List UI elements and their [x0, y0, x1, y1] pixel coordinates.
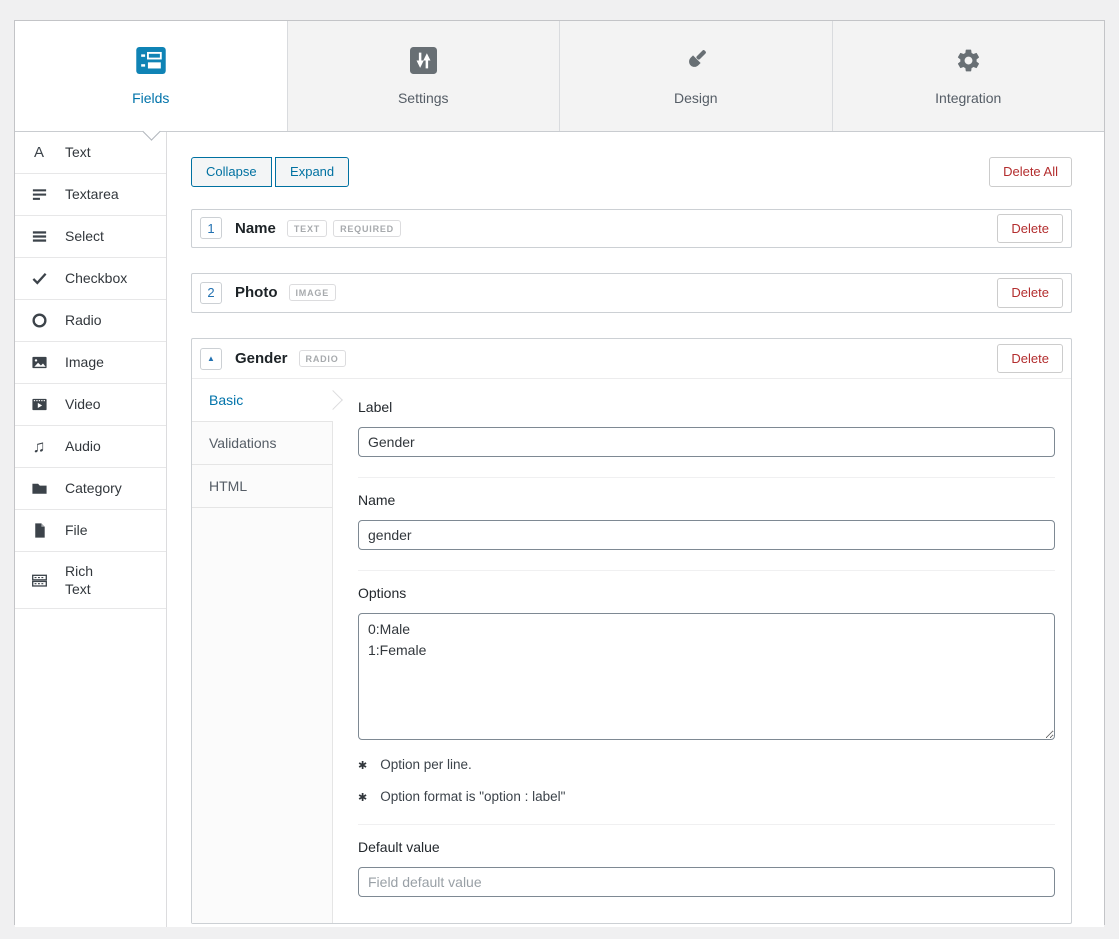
asterisk-icon: ✱: [358, 792, 368, 805]
field-type-badge: RADIO: [298, 350, 346, 368]
options-note: ✱ Option per line.: [358, 757, 1055, 772]
delete-field-button[interactable]: Delete: [997, 278, 1063, 308]
field-title: Name: [235, 219, 276, 237]
sidebar-item-radio[interactable]: Radio: [15, 300, 166, 342]
gender-editor-content: Label Name Options 0:Male 1:Female ✱: [333, 379, 1071, 923]
sidebar-item-file[interactable]: File: [15, 510, 166, 552]
checkbox-icon: [28, 270, 50, 287]
label-field-label: Label: [358, 399, 393, 416]
gender-editor-tabs: Basic Validations HTML: [192, 379, 343, 924]
form-builder-window: Fields Settings Design Integration A Tex…: [14, 20, 1105, 927]
expand-button[interactable]: Expand: [275, 157, 350, 187]
field-type-badge: IMAGE: [288, 284, 337, 302]
sidebar-item-category[interactable]: Category: [15, 468, 166, 510]
sidebar-item-checkbox[interactable]: Checkbox: [15, 258, 166, 300]
select-icon: [28, 228, 50, 245]
delete-field-button[interactable]: Delete: [997, 343, 1063, 374]
tab-settings[interactable]: Settings: [286, 21, 559, 131]
top-nav-tabs: Fields Settings Design Integration: [15, 21, 1104, 141]
asterisk-icon: ✱: [358, 760, 368, 773]
field-panel-gender: ▲ Gender RADIO Delete Basic Validations …: [191, 337, 1072, 925]
textarea-icon: [28, 186, 50, 203]
collapse-expand-group: Collapse Expand: [191, 157, 350, 187]
editor-tab-label: HTML: [209, 478, 248, 495]
sidebar-item-audio[interactable]: ♫ Audio: [15, 426, 166, 468]
sidebar-item-label: Textarea: [65, 186, 119, 203]
fields-main-panel: Collapse Expand Delete All 1 Name TEXT R…: [167, 132, 1104, 927]
sidebar-item-text[interactable]: A Text: [15, 132, 166, 174]
field-order-badge: 2: [200, 281, 222, 304]
image-icon: [28, 354, 50, 371]
sidebar-item-label: Image: [65, 354, 104, 371]
sidebar-item-label: Video: [65, 396, 101, 413]
tab-design[interactable]: Design: [559, 21, 832, 131]
collapse-arrow-icon: ▲: [207, 354, 215, 364]
integration-icon: [955, 47, 982, 79]
editor-tab-label: Validations: [209, 435, 277, 452]
audio-icon: ♫: [32, 436, 46, 456]
field-panel-gender-header: ▲ Gender RADIO Delete: [192, 339, 1071, 379]
field-row-photo: 2 Photo IMAGE Delete: [191, 273, 1072, 313]
editor-tab-label: Basic: [209, 392, 244, 409]
default-value-input[interactable]: [358, 867, 1055, 898]
sidebar-item-label: Select: [65, 228, 104, 245]
settings-icon: [409, 46, 437, 79]
field-title: Gender: [235, 350, 288, 368]
fields-toolbar: Collapse Expand Delete All: [191, 157, 1072, 187]
sidebar-item-label: Category: [65, 480, 122, 497]
options-textarea[interactable]: 0:Male 1:Female: [358, 613, 1055, 741]
tab-fields[interactable]: Fields: [15, 21, 287, 131]
field-types-sidebar: A Text Textarea Select Checkbox Radio Im…: [15, 132, 167, 927]
label-form-row: Label: [358, 385, 1055, 479]
editor-tab-validations[interactable]: Validations: [192, 422, 332, 466]
name-input[interactable]: [358, 520, 1055, 551]
sidebar-item-label: Rich Text: [65, 563, 94, 598]
tab-fields-label: Fields: [132, 89, 170, 106]
sidebar-item-image[interactable]: Image: [15, 342, 166, 384]
sidebar-item-label: Audio: [65, 438, 101, 455]
field-panel-gender-body: Basic Validations HTML Label Gender Name…: [192, 378, 1071, 924]
field-title: Photo: [235, 284, 278, 302]
design-icon: [682, 46, 710, 79]
radio-icon: [28, 312, 50, 329]
field-order-badge: 1: [200, 217, 222, 240]
text-icon: A: [33, 144, 44, 161]
sidebar-item-label: File: [65, 522, 88, 539]
sidebar-item-label: Radio: [65, 312, 102, 329]
category-icon: [28, 480, 50, 497]
options-note: ✱ Option format is "option : label": [358, 789, 1055, 804]
sidebar-item-video[interactable]: Video: [15, 384, 166, 426]
sidebar-item-rich-text[interactable]: Rich Text: [15, 552, 166, 610]
options-field-label: Options: [358, 585, 407, 602]
delete-all-button[interactable]: Delete All: [989, 157, 1072, 187]
field-row-name: 1 Name TEXT REQUIRED Delete: [191, 208, 1072, 249]
tab-design-label: Design: [673, 90, 718, 106]
delete-field-button[interactable]: Delete: [997, 213, 1063, 244]
options-note-text: Option per line.: [380, 757, 472, 773]
tab-settings-label: Settings: [397, 89, 449, 106]
editor-tab-html[interactable]: HTML: [192, 465, 332, 509]
video-icon: [28, 396, 50, 413]
fields-icon: [136, 46, 166, 79]
sidebar-item-textarea[interactable]: Textarea: [15, 174, 166, 216]
field-required-badge: REQUIRED: [333, 219, 401, 237]
sidebar-item-label: Checkbox: [65, 270, 128, 287]
editor-tab-basic[interactable]: Basic: [192, 379, 343, 423]
options-note-text: Option format is "option : label": [380, 789, 566, 805]
sidebar-item-label: Text: [65, 144, 91, 161]
label-input[interactable]: [358, 427, 1055, 458]
sidebar-item-select[interactable]: Select: [15, 216, 166, 258]
default-value-label: Default value: [358, 839, 440, 856]
name-form-row: Name: [358, 478, 1055, 572]
tab-integration-label: Integration: [935, 89, 1002, 106]
default-value-form-row: Default value: [358, 825, 1055, 923]
collapse-field-button[interactable]: ▲: [200, 347, 222, 370]
options-form-row: Options 0:Male 1:Female ✱ Option per lin…: [358, 571, 1055, 826]
field-type-badge: TEXT: [286, 219, 328, 237]
collapse-button[interactable]: Collapse: [191, 157, 272, 187]
rich-text-icon: [28, 572, 50, 589]
file-icon: [28, 522, 50, 539]
name-field-label: Name: [358, 492, 396, 509]
tab-integration[interactable]: Integration: [831, 21, 1104, 131]
